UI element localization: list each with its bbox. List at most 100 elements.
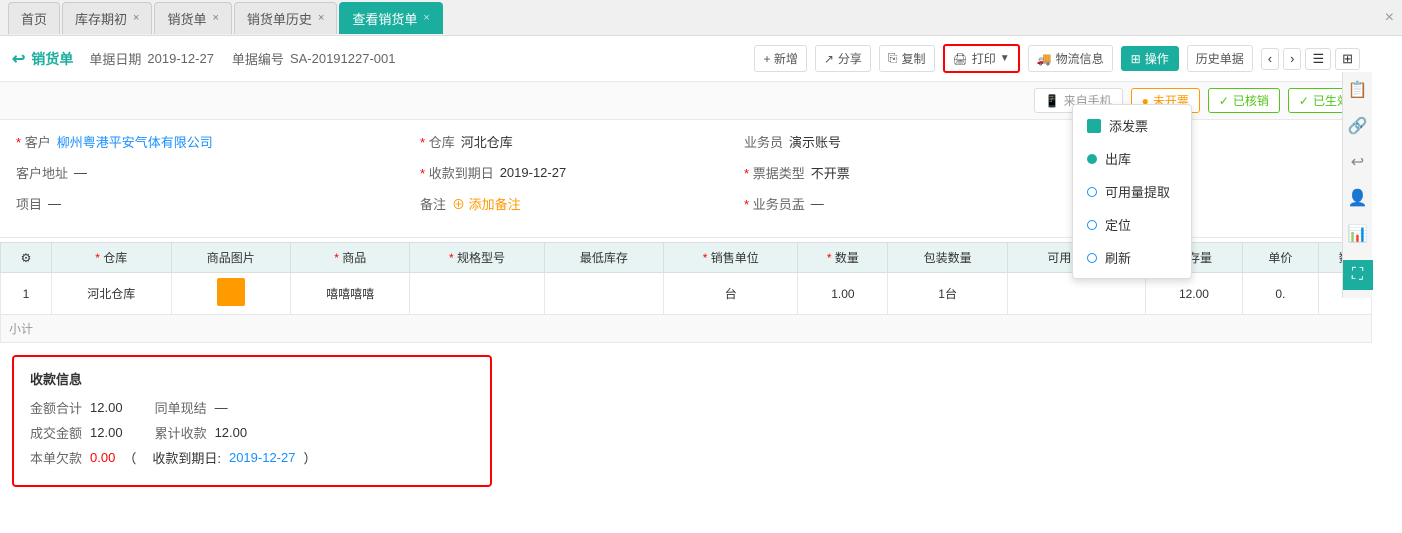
print-btn[interactable]: 🖨 打印 ▼ <box>943 44 1020 73</box>
amount-total-value: 12.00 <box>90 400 123 415</box>
history-btn[interactable]: 历史单据 <box>1187 45 1253 72</box>
window-close-btn[interactable]: × <box>1385 9 1394 27</box>
sidebar-icon-expand[interactable]: ⛶ <box>1343 260 1373 290</box>
row-seq: 1 <box>1 273 52 315</box>
new-btn[interactable]: + 新增 <box>754 45 806 72</box>
doc-title: ↩ 销货单 <box>12 49 73 69</box>
due-date-value: 2019-12-27 <box>500 165 567 180</box>
transaction-label: 成交金额 <box>30 423 82 442</box>
share-btn-label: 分享 <box>838 50 862 67</box>
tab-check-sales-close[interactable]: × <box>423 12 429 24</box>
outbound-icon <box>1087 154 1097 164</box>
address-value: — <box>74 165 87 180</box>
tab-inventory-init-close[interactable]: × <box>133 12 139 24</box>
doc-header: ↩ 销货单 单据日期 2019-12-27 单据编号 SA-20191227-0… <box>0 36 1372 82</box>
tab-inventory-init[interactable]: 库存期初 × <box>62 2 152 34</box>
copy-btn-label: 复制 <box>902 50 926 67</box>
current-due-field: 本单欠款 0.00 （ 收款到期日: 2019-12-27 ） <box>30 448 316 467</box>
salesperson2-label: * 业务员盂 <box>744 194 805 213</box>
add-invoice-icon <box>1087 119 1101 133</box>
note-label: 备注 <box>420 194 446 213</box>
doc-meta: 单据日期 2019-12-27 单据编号 SA-20191227-001 <box>89 49 395 68</box>
effective-icon: ✓ <box>1299 94 1309 108</box>
tab-home-label: 首页 <box>21 9 47 28</box>
dropdown-outbound[interactable]: 出库 <box>1073 142 1191 175</box>
salesperson2-value: — <box>811 196 824 211</box>
number-value: SA-20191227-001 <box>290 51 396 66</box>
cumulative-label: 累计收款 <box>155 423 207 442</box>
tab-check-sales[interactable]: 查看销货单 × <box>339 2 442 34</box>
view-list-btn[interactable]: ☰ <box>1305 48 1331 70</box>
tab-sales-history[interactable]: 销货单历史 × <box>234 2 337 34</box>
tab-check-sales-label: 查看销货单 <box>352 9 417 28</box>
copy-btn[interactable]: ⎘ 复制 <box>879 45 935 72</box>
salesperson-field: 业务员 演示账号 <box>744 132 841 151</box>
nav-arrows: ‹ › ☰ ⊞ <box>1261 48 1360 70</box>
dropdown-available-qty[interactable]: 可用量提取 <box>1073 175 1191 208</box>
subtotal-row: 小计 <box>1 315 1372 343</box>
view-grid-btn[interactable]: ⊞ <box>1335 48 1360 70</box>
col-price: 单价 <box>1243 243 1318 273</box>
tab-sales-history-close[interactable]: × <box>318 12 324 24</box>
verified-btn[interactable]: ✓ 已核销 <box>1208 88 1280 113</box>
history-btn-label: 历史单据 <box>1196 50 1244 67</box>
date-value: 2019-12-27 <box>147 51 214 66</box>
logistics-btn[interactable]: 🚚 物流信息 <box>1028 45 1113 72</box>
prev-btn[interactable]: ‹ <box>1261 48 1279 70</box>
salesperson2-field: * 业务员盂 — <box>744 194 824 213</box>
customer-value[interactable]: 柳州粤港平安气体有限公司 <box>57 132 213 151</box>
row-unit: 台 <box>664 273 798 315</box>
tab-sales-order-close[interactable]: × <box>212 12 218 24</box>
refresh-label: 刷新 <box>1105 248 1131 267</box>
project-label: 项目 <box>16 194 42 213</box>
row-product-img <box>171 273 290 315</box>
tab-home[interactable]: 首页 <box>8 2 60 34</box>
dropdown-add-invoice[interactable]: 添发票 <box>1073 109 1191 142</box>
transaction-value: 12.00 <box>90 425 123 440</box>
doc-type-label: 销货单 <box>31 49 73 69</box>
same-order-label: 同单现结 <box>155 398 207 417</box>
col-gear[interactable]: ⚙ <box>1 243 52 273</box>
add-note-btn[interactable]: ⊕ 添加备注 <box>452 194 521 213</box>
row-pack-qty: 1台 <box>888 273 1007 315</box>
payment-row-2: 成交金额 12.00 累计收款 12.00 <box>30 423 474 442</box>
customer-field: * 客户 柳州粤港平安气体有限公司 <box>16 132 396 151</box>
payment-info-box: 收款信息 金额合计 12.00 同单现结 — 成交金额 12.00 <box>12 355 492 487</box>
payment-title: 收款信息 <box>30 369 474 388</box>
new-btn-label: + 新增 <box>763 50 797 67</box>
row-product: 嘻嘻嘻嘻 <box>290 273 409 315</box>
available-qty-label: 可用量提取 <box>1105 182 1170 201</box>
tab-sales-order[interactable]: 销货单 × <box>154 2 231 34</box>
col-product-img: 商品图片 <box>171 243 290 273</box>
doc-actions: + 新增 ↗ 分享 ⎘ 复制 🖨 打印 ▼ 🚚 物流信息 <box>754 44 1360 73</box>
from-mobile-icon: 📱 <box>1045 94 1060 108</box>
row-spec <box>410 273 544 315</box>
sidebar-icon-1[interactable]: 📋 <box>1348 80 1368 100</box>
col-qty: * 数量 <box>798 243 888 273</box>
col-warehouse: * 仓库 <box>52 243 171 273</box>
print-btn-label: 打印 <box>972 50 996 67</box>
sidebar-icon-3[interactable]: ↩ <box>1351 152 1364 172</box>
verified-label: 已核销 <box>1233 92 1269 109</box>
cumulative-value: 12.00 <box>215 425 248 440</box>
dropdown-locate[interactable]: 定位 <box>1073 208 1191 241</box>
sidebar-icon-5[interactable]: 📊 <box>1348 224 1368 244</box>
col-product: * 商品 <box>290 243 409 273</box>
col-spec: * 规格型号 <box>410 243 544 273</box>
due-date-field: * 收款到期日 2019-12-27 <box>420 163 720 182</box>
sidebar-icon-4[interactable]: 👤 <box>1348 188 1368 208</box>
verified-icon: ✓ <box>1219 94 1229 108</box>
operations-btn[interactable]: ⊞ 操作 <box>1121 46 1179 71</box>
next-btn[interactable]: › <box>1283 48 1301 70</box>
payment-row-1: 金额合计 12.00 同单现结 — <box>30 398 474 417</box>
operations-dropdown: 添发票 出库 可用量提取 定位 刷新 <box>1072 104 1192 279</box>
warehouse-value: 河北仓库 <box>461 132 513 151</box>
current-due-label: 本单欠款 <box>30 448 82 467</box>
dropdown-refresh[interactable]: 刷新 <box>1073 241 1191 274</box>
locate-label: 定位 <box>1105 215 1131 234</box>
salesperson-label: 业务员 <box>744 132 783 151</box>
share-btn[interactable]: ↗ 分享 <box>815 45 871 72</box>
sidebar-icon-2[interactable]: 🔗 <box>1348 116 1368 136</box>
row-min-stock <box>544 273 663 315</box>
refresh-icon <box>1087 253 1097 263</box>
